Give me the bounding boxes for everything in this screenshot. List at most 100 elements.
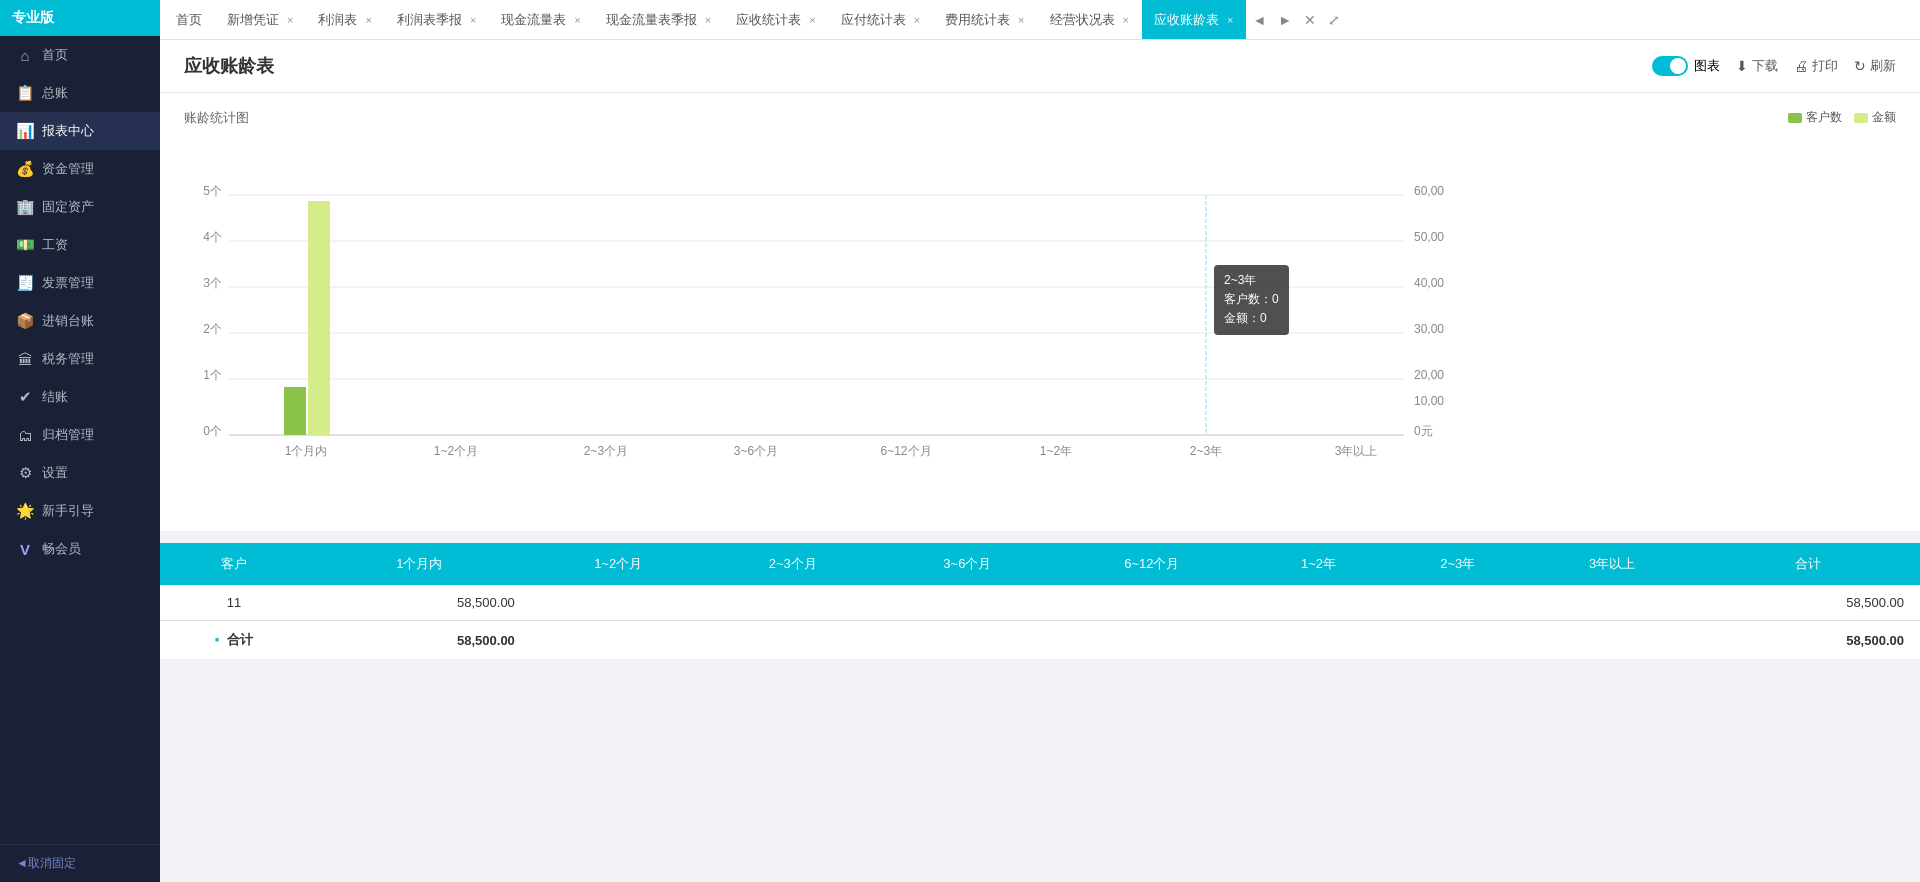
col-y3-plus: 3年以上 [1527, 543, 1697, 585]
tab-close-profit[interactable]: × [365, 14, 371, 26]
total-m1: 58,500.00 [308, 621, 531, 660]
sidebar-item-reports[interactable]: 📊 报表中心 [0, 112, 160, 150]
refresh-btn[interactable]: ↻ 刷新 [1854, 57, 1896, 75]
tab-profit[interactable]: 利润表 × [306, 0, 384, 40]
chart-legend: 客户数 金额 [1788, 109, 1896, 126]
svg-text:5个: 5个 [203, 184, 222, 198]
tab-ap-stat[interactable]: 应付统计表 × [829, 0, 933, 40]
sidebar-item-assets[interactable]: 🏢 固定资产 [0, 188, 160, 226]
guide-icon: 🌟 [16, 502, 34, 520]
tab-close-ar-aging[interactable]: × [1227, 14, 1233, 26]
tab-close-all-btn[interactable]: ✕ [1298, 0, 1322, 40]
tab-expand-btn[interactable]: ⤢ [1322, 0, 1346, 40]
tab-voucher[interactable]: 新增凭证 × [215, 0, 306, 40]
sidebar-item-label: 首页 [42, 46, 68, 64]
tab-prev-btn[interactable]: ◄ [1246, 0, 1272, 40]
sidebar-item-label: 归档管理 [42, 426, 94, 444]
tab-close-expense-stat[interactable]: × [1018, 14, 1024, 26]
sidebar-item-label: 工资 [42, 236, 68, 254]
tab-close-ap-stat[interactable]: × [914, 14, 920, 26]
cell-m3-6 [880, 585, 1055, 621]
tab-next-btn[interactable]: ► [1272, 0, 1298, 40]
tab-label: 首页 [176, 11, 202, 29]
tab-cashflow-season[interactable]: 现金流量表季报 × [594, 0, 724, 40]
tab-close-cashflow-season[interactable]: × [705, 14, 711, 26]
cell-m1-2 [531, 585, 706, 621]
tab-cashflow[interactable]: 现金流量表 × [489, 0, 593, 40]
svg-text:0个: 0个 [203, 424, 222, 438]
col-m2-3: 2~3个月 [705, 543, 880, 585]
refresh-icon: ↻ [1854, 58, 1866, 74]
tab-profit-season[interactable]: 利润表季报 × [385, 0, 489, 40]
tab-label: 应付统计表 [841, 11, 906, 29]
bar-customers-0 [284, 387, 306, 435]
sidebar-item-inventory[interactable]: 📦 进销台账 [0, 302, 160, 340]
download-btn[interactable]: ⬇ 下载 [1736, 57, 1778, 75]
total-total: 58,500.00 [1697, 621, 1920, 660]
total-m3-6 [880, 621, 1055, 660]
tab-label: 利润表季报 [397, 11, 462, 29]
tab-ar-stat[interactable]: 应收统计表 × [724, 0, 828, 40]
sidebar-item-closing[interactable]: ✔ 结账 [0, 378, 160, 416]
sidebar-item-funds[interactable]: 💰 资金管理 [0, 150, 160, 188]
tab-biz-status[interactable]: 经营状况表 × [1038, 0, 1142, 40]
sidebar-item-archive[interactable]: 🗂 归档管理 [0, 416, 160, 454]
tab-close-ar-stat[interactable]: × [809, 14, 815, 26]
svg-text:10,000.00元: 10,000.00元 [1414, 394, 1444, 408]
inventory-icon: 📦 [16, 312, 34, 330]
download-label: 下载 [1752, 57, 1778, 75]
tab-close-cashflow[interactable]: × [574, 14, 580, 26]
sidebar: 专业版 ⌂ 首页 📋 总账 📊 报表中心 💰 资金管理 🏢 固定资产 💵 工资 … [0, 0, 160, 882]
tab-label: 应收账龄表 [1154, 11, 1219, 29]
svg-text:2~3个月: 2~3个月 [584, 444, 628, 458]
sidebar-item-guide[interactable]: 🌟 新手引导 [0, 492, 160, 530]
total-m1-2 [531, 621, 706, 660]
tab-ar-aging[interactable]: 应收账龄表 × [1142, 0, 1246, 40]
sidebar-item-label: 进销台账 [42, 312, 94, 330]
sidebar-item-home[interactable]: ⌂ 首页 [0, 36, 160, 74]
tab-close-profit-season[interactable]: × [470, 14, 476, 26]
table-header-row: 客户 1个月内 1~2个月 2~3个月 3~6个月 6~12个月 1~2年 2~… [160, 543, 1920, 585]
chart-title: 账龄统计图 [184, 109, 1896, 127]
svg-text:6~12个月: 6~12个月 [880, 444, 931, 458]
tab-home[interactable]: 首页 [164, 0, 215, 40]
sidebar-item-invoice[interactable]: 🧾 发票管理 [0, 264, 160, 302]
print-btn[interactable]: 🖨 打印 [1794, 57, 1838, 75]
sidebar-item-ledger[interactable]: 📋 总账 [0, 74, 160, 112]
toggle-track[interactable] [1652, 56, 1688, 76]
tab-expense-stat[interactable]: 费用统计表 × [933, 0, 1037, 40]
cell-y1-2 [1249, 585, 1388, 621]
col-m3-6: 3~6个月 [880, 543, 1055, 585]
legend-customers-color [1788, 113, 1802, 123]
ledger-icon: 📋 [16, 84, 34, 102]
toggle-label: 图表 [1694, 57, 1720, 75]
sidebar-item-label: 设置 [42, 464, 68, 482]
tab-close-voucher[interactable]: × [287, 14, 293, 26]
sidebar-item-salary[interactable]: 💵 工资 [0, 226, 160, 264]
tab-close-biz-status[interactable]: × [1123, 14, 1129, 26]
page-header: 应收账龄表 图表 ⬇ 下载 🖨 打印 ↻ 刷新 [160, 40, 1920, 93]
page-title: 应收账龄表 [184, 54, 274, 78]
cell-total: 58,500.00 [1697, 585, 1920, 621]
assets-icon: 🏢 [16, 198, 34, 216]
sidebar-item-tax[interactable]: 🏛 税务管理 [0, 340, 160, 378]
legend-customers-label: 客户数 [1806, 109, 1842, 126]
chart-toggle[interactable]: 图表 [1652, 56, 1720, 76]
settings-icon: ⚙ [16, 464, 34, 482]
header-actions: 图表 ⬇ 下载 🖨 打印 ↻ 刷新 [1652, 56, 1896, 76]
svg-text:1个: 1个 [203, 368, 222, 382]
sidebar-item-label: 资金管理 [42, 160, 94, 178]
sidebar-item-label: 税务管理 [42, 350, 94, 368]
unpin-action[interactable]: ◄取消固定 [0, 844, 160, 882]
svg-text:3年以上: 3年以上 [1335, 444, 1378, 458]
unpin-label: ◄取消固定 [16, 855, 76, 872]
svg-text:40,000.00元: 40,000.00元 [1414, 276, 1444, 290]
total-y2-3 [1388, 621, 1527, 660]
col-m1: 1个月内 [308, 543, 531, 585]
legend-customers: 客户数 [1788, 109, 1842, 126]
sidebar-item-member[interactable]: V 畅会员 [0, 530, 160, 568]
sidebar-item-settings[interactable]: ⚙ 设置 [0, 454, 160, 492]
total-m6-12 [1055, 621, 1249, 660]
chart-container: 账龄统计图 客户数 金额 5个 4个 3个 2个 1个 [160, 93, 1920, 531]
col-m1-2: 1~2个月 [531, 543, 706, 585]
